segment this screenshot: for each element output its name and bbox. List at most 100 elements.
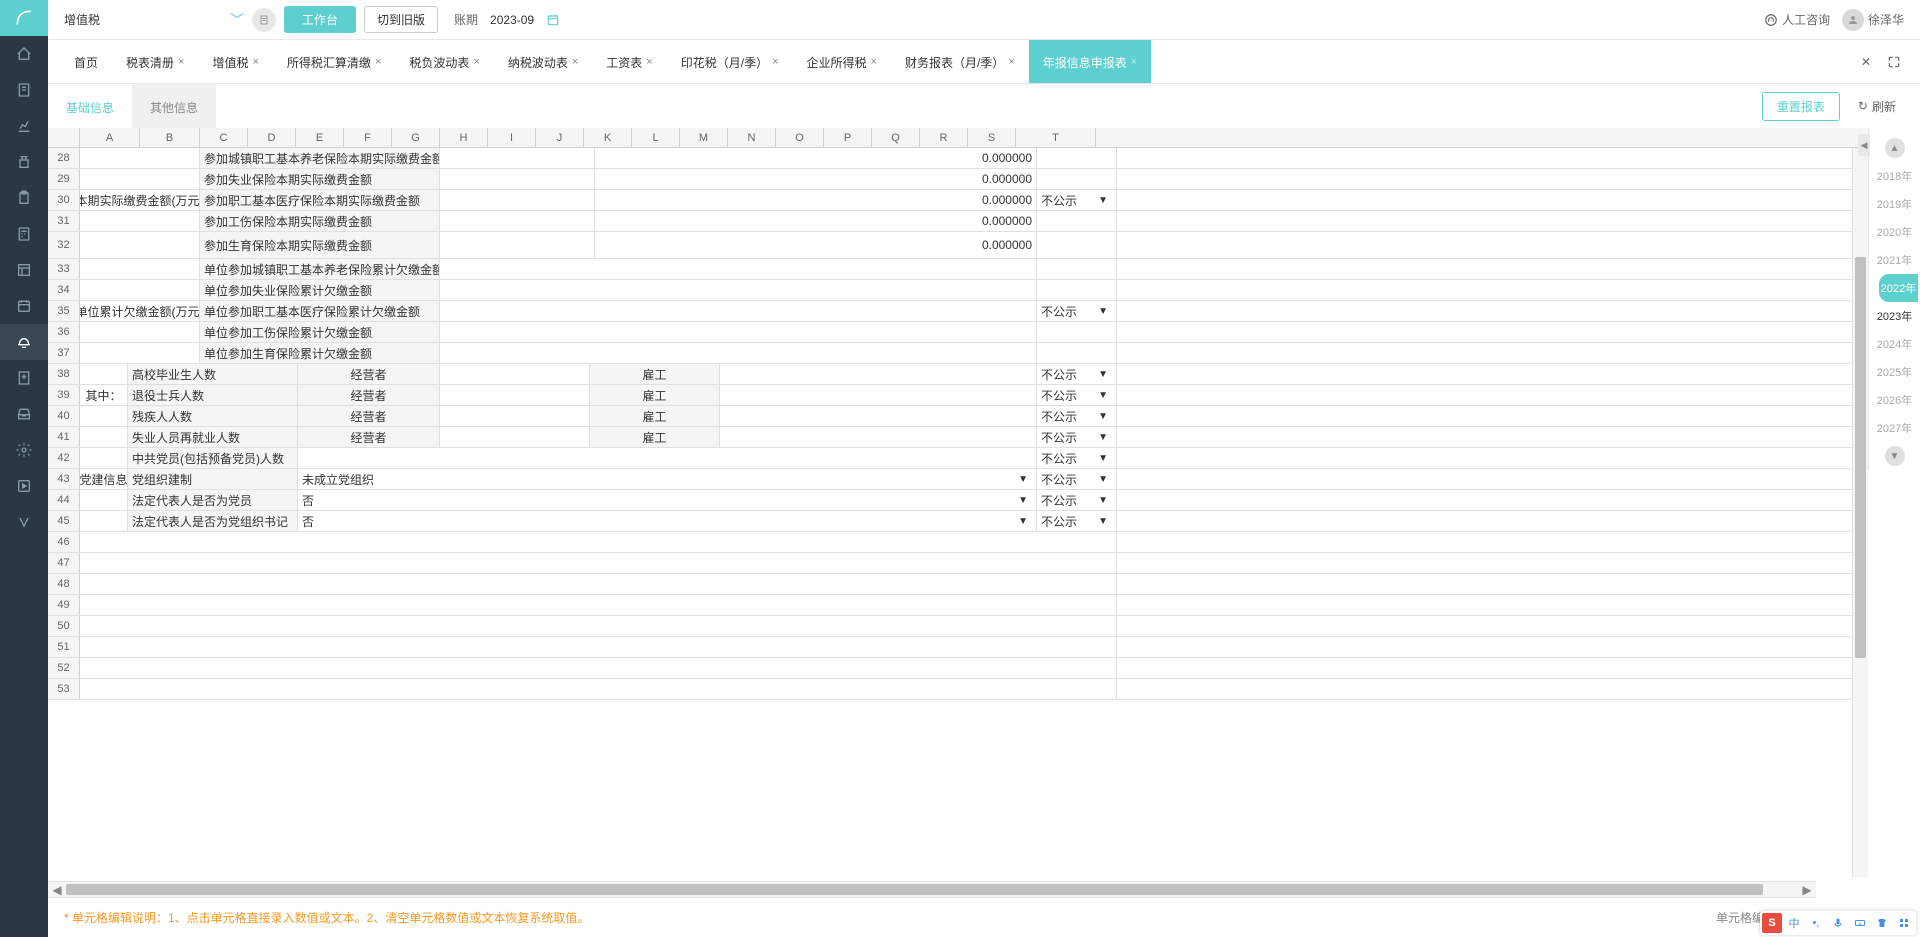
hscroll-left-icon[interactable]: ◀ <box>48 882 66 897</box>
year-up-icon[interactable]: ▲ <box>1885 138 1905 158</box>
value-cell[interactable] <box>440 343 1037 363</box>
input-cell-1[interactable] <box>440 385 590 405</box>
tab-7[interactable]: 印花税（月/季）× <box>667 40 793 84</box>
value-cell[interactable] <box>440 259 1037 279</box>
row-header[interactable]: 36 <box>48 322 80 342</box>
empty-cell[interactable] <box>80 679 1117 699</box>
col-header-P[interactable]: P <box>824 128 872 147</box>
year-item[interactable]: 2024年 <box>1875 330 1914 358</box>
row-header[interactable]: 34 <box>48 280 80 300</box>
publish-cell[interactable]: 不公示▼ <box>1037 469 1117 489</box>
year-item[interactable]: 2023年 <box>1875 302 1914 330</box>
row-header[interactable]: 33 <box>48 259 80 279</box>
row-header[interactable]: 47 <box>48 553 80 573</box>
empty-cell[interactable] <box>80 616 1117 636</box>
input-cell[interactable] <box>440 211 595 231</box>
col-header-E[interactable]: E <box>296 128 344 147</box>
value-cell[interactable] <box>298 448 1037 468</box>
nav-chart-icon[interactable] <box>0 108 48 144</box>
row-header[interactable]: 48 <box>48 574 80 594</box>
col-header-O[interactable]: O <box>776 128 824 147</box>
input-cell-2[interactable] <box>720 427 1037 447</box>
reset-button[interactable]: 重置报表 <box>1762 92 1840 121</box>
col-header-G[interactable]: G <box>392 128 440 147</box>
value-cell[interactable]: 否▼ <box>298 490 1037 510</box>
publish-cell[interactable]: 不公示▼ <box>1037 406 1117 426</box>
year-item[interactable]: 2021年 <box>1875 246 1914 274</box>
col-header-L[interactable]: L <box>632 128 680 147</box>
value-cell[interactable] <box>440 280 1037 300</box>
year-item[interactable]: 2022年 <box>1879 274 1918 302</box>
module-dropdown[interactable]: 增值税 ﹀ <box>64 10 244 30</box>
col-header-D[interactable]: D <box>248 128 296 147</box>
publish-cell[interactable]: 不公示▼ <box>1037 385 1117 405</box>
subtab-basic[interactable]: 基础信息 <box>48 84 132 128</box>
tab-close-icon[interactable]: × <box>772 56 778 68</box>
nav-template-icon[interactable] <box>0 252 48 288</box>
year-item[interactable]: 2019年 <box>1875 190 1914 218</box>
row-header[interactable]: 37 <box>48 343 80 363</box>
nav-money-icon[interactable] <box>0 144 48 180</box>
publish-cell[interactable]: 不公示▼ <box>1037 301 1117 321</box>
tab-3[interactable]: 所得税汇算清缴× <box>273 40 395 84</box>
tab-close-icon[interactable]: × <box>473 56 479 68</box>
col-header-H[interactable]: H <box>440 128 488 147</box>
row-header[interactable]: 49 <box>48 595 80 615</box>
input-cell[interactable] <box>440 232 595 258</box>
row-header[interactable]: 44 <box>48 490 80 510</box>
col-header-B[interactable]: B <box>140 128 200 147</box>
year-item[interactable]: 2018年 <box>1875 162 1914 190</box>
ime-keyboard-icon[interactable] <box>1850 913 1870 933</box>
ime-punct-icon[interactable]: •, <box>1806 913 1826 933</box>
input-cell-1[interactable] <box>440 406 590 426</box>
value-cell[interactable]: 0.000000 <box>595 232 1037 258</box>
refresh-button[interactable]: ↻ 刷新 <box>1850 93 1904 120</box>
publish-cell[interactable]: 不公示▼ <box>1037 511 1117 531</box>
publish-cell[interactable]: 不公示▼ <box>1037 427 1117 447</box>
nav-inbox-icon[interactable] <box>0 396 48 432</box>
nav-export-icon[interactable] <box>0 360 48 396</box>
input-cell-2[interactable] <box>720 364 1037 384</box>
row-header[interactable]: 46 <box>48 532 80 552</box>
value-cell[interactable]: 0.000000 <box>595 148 1037 168</box>
year-panel-collapse-icon[interactable]: ◀ <box>1858 134 1870 156</box>
year-down-icon[interactable]: ▼ <box>1885 446 1905 466</box>
hscroll-right-icon[interactable]: ▶ <box>1798 882 1816 897</box>
consult-link[interactable]: 人工咨询 <box>1764 11 1830 28</box>
col-header-A[interactable]: A <box>80 128 140 147</box>
row-header[interactable]: 39 <box>48 385 80 405</box>
tab-close-icon[interactable]: × <box>1008 56 1014 68</box>
tab-close-icon[interactable]: × <box>252 56 258 68</box>
year-item[interactable]: 2026年 <box>1875 386 1914 414</box>
tab-5[interactable]: 纳税波动表× <box>494 40 592 84</box>
row-header[interactable]: 42 <box>48 448 80 468</box>
row-header[interactable]: 45 <box>48 511 80 531</box>
corner-cell[interactable] <box>48 128 80 147</box>
empty-cell[interactable] <box>80 574 1117 594</box>
tab-close-all-icon[interactable]: ✕ <box>1852 48 1880 76</box>
input-cell-2[interactable] <box>720 385 1037 405</box>
tab-8[interactable]: 企业所得税× <box>793 40 891 84</box>
col-header-R[interactable]: R <box>920 128 968 147</box>
tab-0[interactable]: 首页 <box>60 40 112 84</box>
nav-active-icon[interactable] <box>0 324 48 360</box>
row-header[interactable]: 50 <box>48 616 80 636</box>
year-item[interactable]: 2020年 <box>1875 218 1914 246</box>
col-header-K[interactable]: K <box>584 128 632 147</box>
input-cell[interactable] <box>440 148 595 168</box>
value-cell[interactable] <box>440 322 1037 342</box>
tab-close-icon[interactable]: × <box>646 56 652 68</box>
value-cell[interactable]: 0.000000 <box>595 169 1037 189</box>
input-cell[interactable] <box>440 169 595 189</box>
col-header-T[interactable]: T <box>1016 128 1096 147</box>
vscroll-thumb[interactable] <box>1855 257 1866 658</box>
row-header[interactable]: 38 <box>48 364 80 384</box>
nav-doc-icon[interactable] <box>0 72 48 108</box>
workspace-button[interactable]: 工作台 <box>284 6 356 33</box>
nav-home-icon[interactable] <box>0 36 48 72</box>
tab-2[interactable]: 增值税× <box>198 40 272 84</box>
input-cell-2[interactable] <box>720 406 1037 426</box>
tab-expand-icon[interactable] <box>1880 48 1908 76</box>
year-item[interactable]: 2027年 <box>1875 414 1914 442</box>
nav-calendar-icon[interactable] <box>0 288 48 324</box>
